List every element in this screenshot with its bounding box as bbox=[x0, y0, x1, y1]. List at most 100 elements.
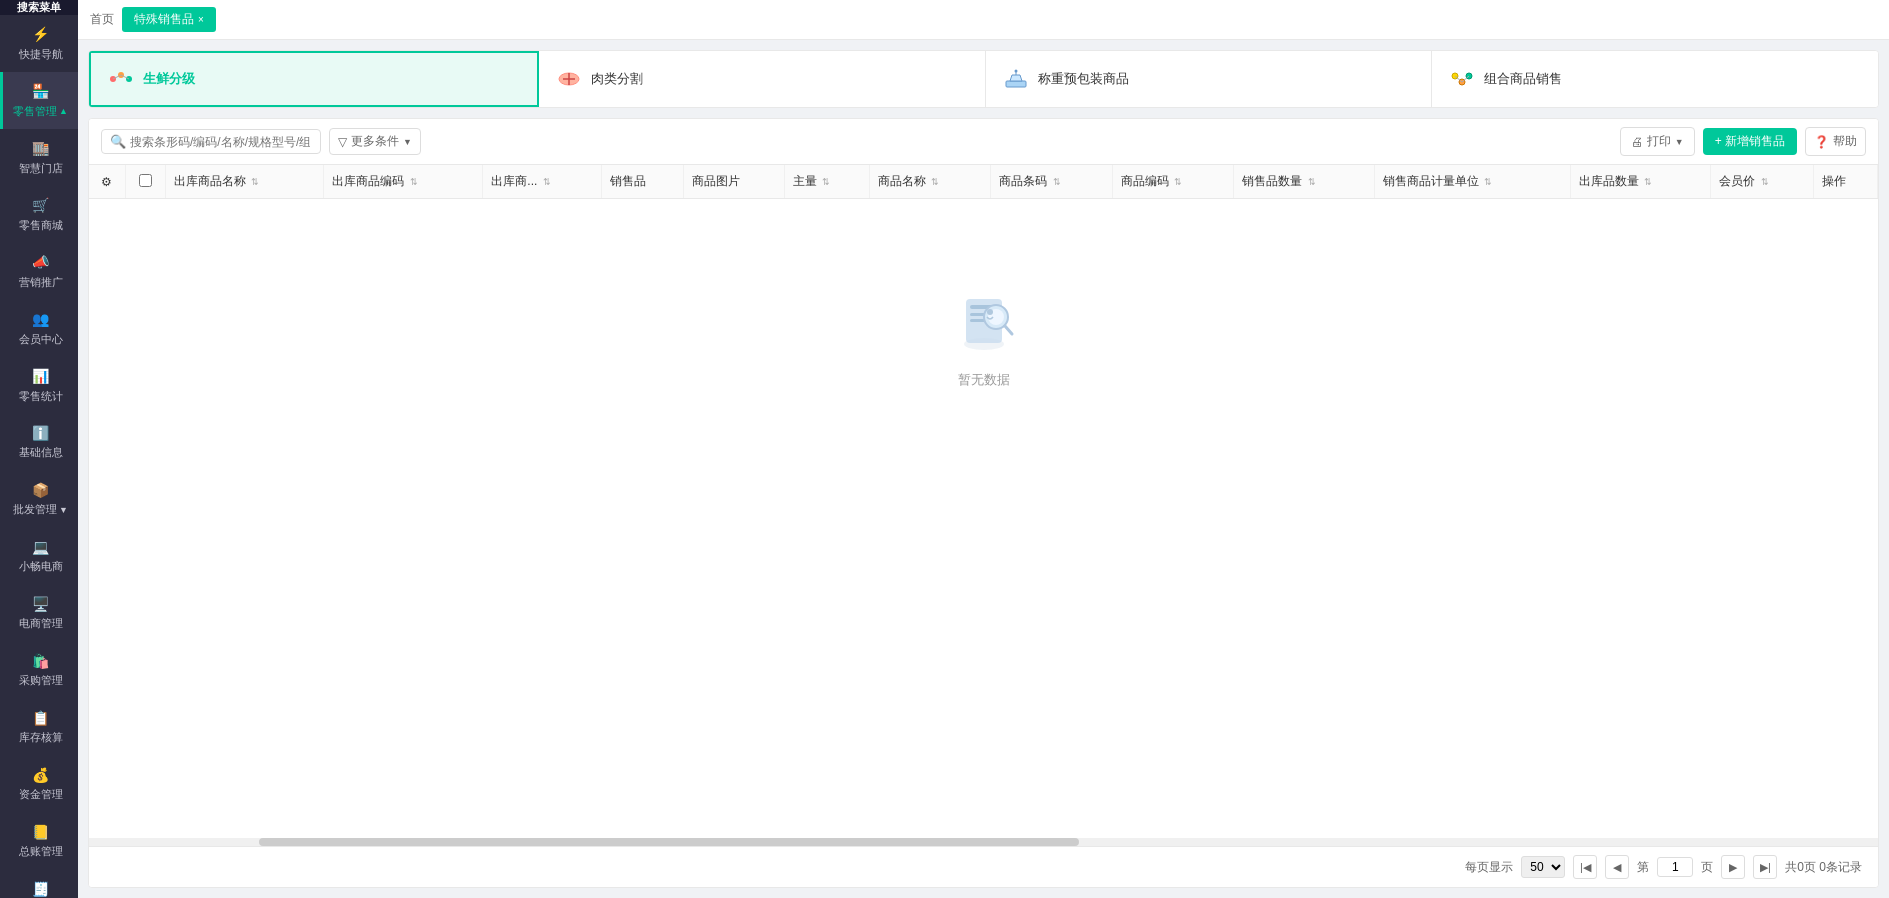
wholesale-arrow-icon: ▼ bbox=[59, 504, 68, 517]
sidebar-item-promotion[interactable]: 📣 营销推广 bbox=[0, 243, 78, 300]
tab-label: 特殊销售品 bbox=[134, 11, 194, 28]
th-out-product-code[interactable]: 出库商品编码 ⇅ bbox=[324, 165, 483, 199]
sidebar-item-purchase-mgmt[interactable]: 🛍️ 采购管理 bbox=[0, 642, 78, 699]
th-setting[interactable]: ⚙ bbox=[89, 165, 125, 199]
page-number-input[interactable] bbox=[1657, 857, 1693, 877]
finance-mgmt-icon: 💰 bbox=[7, 766, 74, 786]
sidebar-item-quick-nav[interactable]: ⚡ 快捷导航 bbox=[0, 15, 78, 72]
search-box[interactable]: 🔍 bbox=[101, 129, 321, 154]
wholesale-mgmt-icon: 📦 bbox=[7, 481, 74, 501]
th-product-code[interactable]: 商品编码 ⇅ bbox=[1112, 165, 1234, 199]
sidebar-item-inventory[interactable]: 📋 库存核算 bbox=[0, 699, 78, 756]
sidebar-item-finance-mgmt[interactable]: 💰 资金管理 bbox=[0, 756, 78, 813]
fresh-grading-icon bbox=[107, 65, 135, 93]
th-checkbox[interactable] bbox=[125, 165, 165, 199]
new-button[interactable]: + 新增销售品 bbox=[1703, 128, 1797, 155]
filter-icon: ▽ bbox=[338, 135, 347, 149]
active-tab[interactable]: 特殊销售品 × bbox=[122, 7, 216, 32]
tab-meat-cutting-label: 肉类分割 bbox=[591, 70, 643, 88]
select-all-checkbox[interactable] bbox=[139, 174, 152, 187]
next-page-button[interactable]: ▶ bbox=[1721, 855, 1745, 879]
filter-arrow-icon: ▼ bbox=[403, 137, 412, 147]
search-input[interactable] bbox=[130, 135, 310, 149]
th-product-barcode[interactable]: 商品条码 ⇅ bbox=[991, 165, 1113, 199]
retail-mgmt-icon: 🏪 bbox=[7, 82, 74, 102]
sort-icon-3: ⇅ bbox=[543, 177, 551, 187]
sort-icon-11: ⇅ bbox=[1761, 177, 1769, 187]
search-icon: 🔍 bbox=[110, 134, 126, 149]
first-page-button[interactable]: |◀ bbox=[1573, 855, 1597, 879]
page-size-select[interactable]: 50 bbox=[1521, 856, 1565, 878]
empty-text: 暂无数据 bbox=[958, 371, 1010, 389]
basic-info-icon: ℹ️ bbox=[7, 424, 74, 444]
page-label-suffix: 页 bbox=[1701, 859, 1713, 876]
tab-combo-sales[interactable]: 组合商品销售 bbox=[1432, 51, 1878, 107]
sort-icon-8: ⇅ bbox=[1308, 177, 1316, 187]
sidebar-item-retail-mgmt[interactable]: 🏪 零售管理 ▲ bbox=[0, 72, 78, 129]
sidebar-item-retail-stats[interactable]: 📊 零售统计 bbox=[0, 357, 78, 414]
horizontal-scrollbar[interactable] bbox=[89, 838, 1878, 846]
th-operation: 操作 bbox=[1814, 165, 1878, 199]
svg-point-10 bbox=[1014, 70, 1017, 73]
svg-line-23 bbox=[1005, 326, 1012, 334]
help-button[interactable]: ❓ 帮助 bbox=[1805, 127, 1866, 156]
th-sales-qty[interactable]: 销售品数量 ⇅ bbox=[1234, 165, 1374, 199]
sidebar-item-retail-mall[interactable]: 🛒 零售商城 bbox=[0, 186, 78, 243]
tab-weighed-prepackaged-label: 称重预包装商品 bbox=[1038, 70, 1129, 88]
th-out-qty[interactable]: 出库品数量 ⇅ bbox=[1570, 165, 1710, 199]
sidebar: 搜索菜单 ⚡ 快捷导航 🏪 零售管理 ▲ 🏬 智慧门店 🛒 零售商城 📣 营销推… bbox=[0, 0, 78, 898]
micro-store-icon: 💻 bbox=[7, 538, 74, 558]
toolbar: 🔍 ▽ 更多条件 ▼ 🖨 打印 ▼ bbox=[89, 119, 1878, 165]
filter-button[interactable]: ▽ 更多条件 ▼ bbox=[329, 128, 421, 155]
print-button[interactable]: 🖨 打印 ▼ bbox=[1620, 127, 1695, 156]
smart-store-icon: 🏬 bbox=[7, 139, 74, 159]
sort-icon: ⇅ bbox=[251, 177, 259, 187]
tab-weighed-prepackaged[interactable]: 称重预包装商品 bbox=[986, 51, 1433, 107]
meat-cutting-icon bbox=[555, 65, 583, 93]
tab-fresh-grading[interactable]: 生鲜分级 bbox=[89, 51, 539, 107]
sidebar-item-general-ledger[interactable]: 📒 总账管理 bbox=[0, 813, 78, 870]
table-wrapper: 🔍 ▽ 更多条件 ▼ 🖨 打印 ▼ bbox=[88, 118, 1879, 888]
sidebar-item-membership[interactable]: 👥 会员中心 bbox=[0, 300, 78, 357]
th-out-product-name[interactable]: 出库商品名称 ⇅ bbox=[165, 165, 324, 199]
ecommerce-mgmt-icon: 🖥️ bbox=[7, 595, 74, 615]
sidebar-item-micro-store[interactable]: 💻 小畅电商 bbox=[0, 528, 78, 585]
sidebar-logo[interactable]: 搜索菜单 bbox=[0, 0, 78, 15]
help-icon: ❓ bbox=[1814, 135, 1829, 149]
combo-sales-icon bbox=[1448, 65, 1476, 93]
th-main-unit[interactable]: 主量 ⇅ bbox=[785, 165, 869, 199]
home-breadcrumb[interactable]: 首页 bbox=[90, 11, 114, 28]
sidebar-item-basic-info[interactable]: ℹ️ 基础信息 bbox=[0, 414, 78, 471]
print-arrow-icon: ▼ bbox=[1675, 137, 1684, 147]
sidebar-item-smart-store[interactable]: 🏬 智慧门店 bbox=[0, 129, 78, 186]
th-out-product-spec[interactable]: 出库商... ⇅ bbox=[483, 165, 602, 199]
print-icon: 🖨 bbox=[1631, 135, 1643, 149]
sidebar-item-wholesale-mgmt[interactable]: 📦 批发管理 ▼ bbox=[0, 471, 78, 528]
last-page-button[interactable]: ▶| bbox=[1753, 855, 1777, 879]
table-container: ⚙ 出库商品名称 ⇅ 出库商品编码 ⇅ bbox=[89, 165, 1878, 838]
scrollbar-thumb[interactable] bbox=[259, 838, 1079, 846]
sidebar-item-ecommerce-mgmt[interactable]: 🖥️ 电商管理 bbox=[0, 585, 78, 642]
sort-icon-4: ⇅ bbox=[822, 177, 830, 187]
toolbar-left: 🔍 ▽ 更多条件 ▼ bbox=[101, 128, 421, 155]
settings-icon: ⚙ bbox=[101, 175, 112, 189]
tab-close-icon[interactable]: × bbox=[198, 14, 204, 25]
th-product-image[interactable]: 商品图片 bbox=[684, 165, 785, 199]
th-sales-product[interactable]: 销售品 bbox=[601, 165, 683, 199]
prev-page-button[interactable]: ◀ bbox=[1605, 855, 1629, 879]
retail-mall-icon: 🛒 bbox=[7, 196, 74, 216]
tab-combo-sales-label: 组合商品销售 bbox=[1484, 70, 1562, 88]
sort-icon-2: ⇅ bbox=[410, 177, 418, 187]
topbar: 首页 特殊销售品 × bbox=[78, 0, 1889, 40]
purchase-mgmt-icon: 🛍️ bbox=[7, 652, 74, 672]
sidebar-item-invoice-mgmt[interactable]: 🧾 发票管理 bbox=[0, 870, 78, 898]
quick-nav-icon: ⚡ bbox=[7, 25, 74, 45]
sort-icon-5: ⇅ bbox=[931, 177, 939, 187]
th-product-name[interactable]: 商品名称 ⇅ bbox=[869, 165, 991, 199]
inventory-icon: 📋 bbox=[7, 709, 74, 729]
tab-fresh-grading-label: 生鲜分级 bbox=[143, 70, 195, 88]
tab-meat-cutting[interactable]: 肉类分割 bbox=[539, 51, 986, 107]
total-info: 共0页 0条记录 bbox=[1785, 859, 1862, 876]
th-member-price[interactable]: 会员价 ⇅ bbox=[1711, 165, 1814, 199]
th-sales-unit[interactable]: 销售商品计量单位 ⇅ bbox=[1374, 165, 1570, 199]
